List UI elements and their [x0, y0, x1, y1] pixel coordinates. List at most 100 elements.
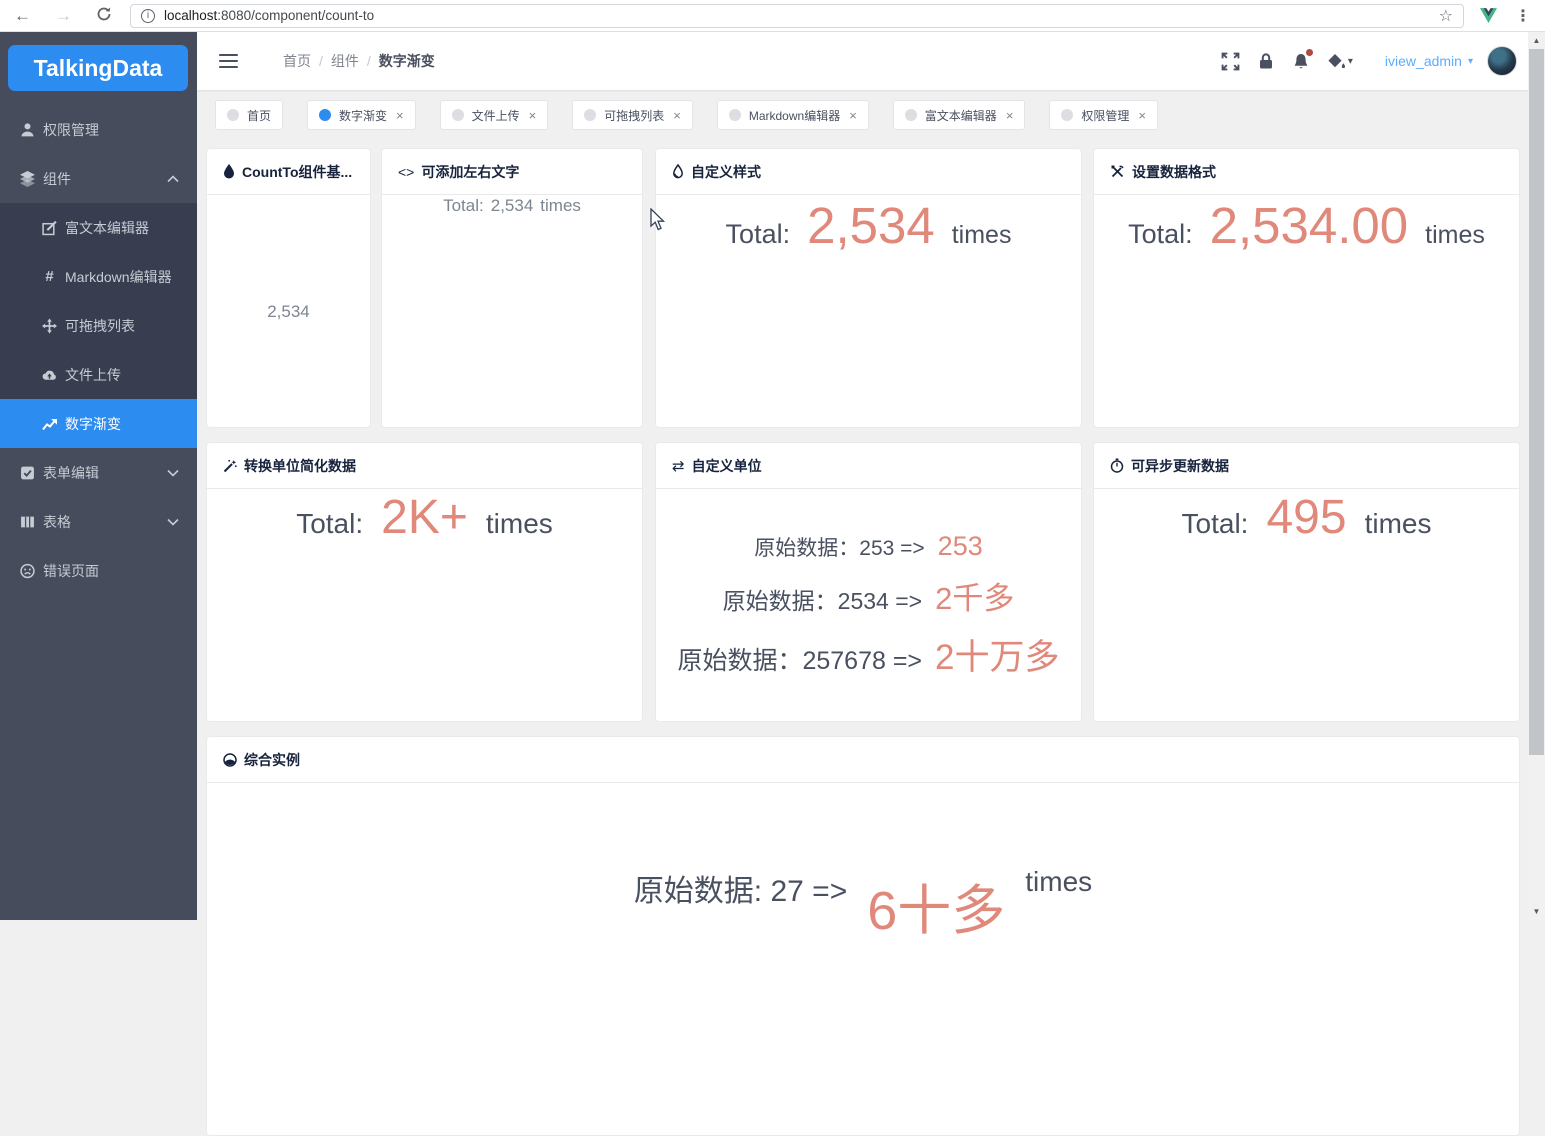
sidebar-item-form-edit[interactable]: 表单编辑 [0, 448, 197, 497]
scrollbar-thumb[interactable] [1529, 49, 1544, 755]
user-menu[interactable]: iview_admin ▾ [1385, 53, 1473, 69]
tag-dot-icon [227, 109, 239, 121]
sidebar-item-file-upload[interactable]: 文件上传 [0, 350, 197, 399]
tab-home[interactable]: 首页 [215, 100, 284, 130]
sidebar-item-label: 数字渐变 [65, 415, 121, 432]
sidebar-item-markdown-editor[interactable]: # Markdown编辑器 [0, 252, 197, 301]
count-suffix: times [951, 221, 1012, 249]
sidebar-item-label: 表单编辑 [43, 464, 99, 481]
close-icon[interactable]: × [1138, 108, 1146, 123]
unit-row: 原始数据：253 => 253 [754, 531, 982, 562]
page-info-icon[interactable]: i [141, 8, 155, 23]
count-value: 6十多 [867, 881, 1006, 941]
tab-draggable-list[interactable]: 可拖拽列表 × [572, 100, 693, 130]
sidebar-item-label: 表格 [43, 513, 71, 530]
card-title-bar: 可异步更新数据 [1094, 443, 1519, 489]
card-title: 可异步更新数据 [1131, 457, 1229, 474]
sad-face-icon [20, 563, 35, 578]
breadcrumb-components[interactable]: 组件 [331, 51, 359, 71]
count-suffix: times [485, 508, 553, 539]
count-prefix: Total: [725, 219, 791, 249]
card-title: 转换单位简化数据 [244, 457, 356, 474]
tab-permissions[interactable]: 权限管理 × [1049, 100, 1159, 130]
breadcrumb-home[interactable]: 首页 [283, 51, 311, 71]
notification-bell-icon[interactable] [1292, 48, 1313, 71]
chevron-down-icon [167, 469, 179, 477]
count-prefix: Total: [296, 508, 364, 539]
pound-icon: # [45, 268, 54, 285]
close-icon[interactable]: × [673, 108, 681, 123]
ink-icon [672, 164, 684, 179]
url-host: localhost [164, 8, 218, 23]
tab-markdown-editor[interactable]: Markdown编辑器 × [716, 100, 869, 130]
sidebar-item-draggable-list[interactable]: 可拖拽列表 [0, 301, 197, 350]
sidebar-item-label: Markdown编辑器 [65, 268, 172, 285]
chevron-down-icon [167, 518, 179, 526]
sidebar-item-table[interactable]: 表格 [0, 497, 197, 546]
tab-label: Markdown编辑器 [748, 108, 841, 123]
browser-scrollbar[interactable]: ▲ ▼ [1528, 32, 1545, 920]
card-title-bar: ⇄ 自定义单位 [656, 443, 1081, 489]
sidebar: TalkingData 权限管理 组件 富文本编辑器 # Markdown编辑器 [0, 32, 197, 920]
card-custom-style: 自定义样式 Total: 2,534 times [655, 148, 1082, 428]
wand-icon [223, 459, 237, 473]
browser-forward-icon[interactable]: → [55, 7, 72, 24]
raw-data-label: 原始数据：253 => [754, 537, 925, 560]
sidebar-item-permissions[interactable]: 权限管理 [0, 105, 197, 154]
sidebar-item-label: 权限管理 [43, 121, 99, 138]
close-icon[interactable]: × [1006, 108, 1014, 123]
tab-count-to[interactable]: 数字渐变 × [307, 100, 416, 130]
shuffle-icon: ⇄ [672, 457, 685, 475]
tag-dot-icon [904, 109, 917, 121]
card-title: CountTo组件基... [242, 163, 353, 180]
sidebar-item-label: 错误页面 [43, 562, 99, 579]
vue-devtools-icon[interactable] [1480, 8, 1497, 23]
cloud-upload-icon [42, 370, 56, 380]
count-value: 2十万多 [935, 638, 1060, 677]
tab-richtext-editor[interactable]: 富文本编辑器 × [892, 100, 1026, 130]
sidebar-toggle-icon[interactable] [219, 50, 238, 72]
tag-dot-icon [728, 109, 741, 121]
trend-icon [42, 418, 57, 430]
count-value: 253 [937, 531, 983, 561]
tab-file-upload[interactable]: 文件上传 × [439, 100, 549, 130]
count-prefix: Total: [1128, 219, 1193, 249]
sidebar-item-components[interactable]: 组件 [0, 154, 197, 203]
url-path: :8080/component/count-to [217, 8, 375, 23]
sidebar-item-label: 组件 [43, 170, 71, 187]
browser-refresh-icon[interactable] [96, 6, 112, 25]
user-avatar[interactable] [1487, 46, 1517, 76]
count-suffix: times [1025, 866, 1093, 897]
chevron-up-icon [167, 174, 179, 182]
checkbox-icon [21, 466, 34, 479]
browser-bar: ← → i localhost :8080/component/count-to… [0, 0, 1545, 32]
scroll-up-icon[interactable]: ▲ [1528, 32, 1545, 49]
card-combined-example: 综合实例 原始数据: 27 => 6十多 times [206, 736, 1520, 1136]
close-icon[interactable]: × [529, 108, 537, 123]
caret-down-icon: ▾ [1347, 55, 1353, 67]
count-value: 495 [1266, 491, 1347, 544]
card-title: 设置数据格式 [1132, 163, 1216, 180]
raw-data-label: 原始数据：2534 => [722, 588, 923, 614]
scroll-down-icon[interactable]: ▼ [1528, 903, 1545, 920]
sidebar-item-error-pages[interactable]: 错误页面 [0, 546, 197, 595]
fullscreen-icon[interactable] [1221, 52, 1240, 71]
app-logo[interactable]: TalkingData [8, 45, 188, 91]
lock-icon[interactable] [1257, 52, 1275, 70]
card-title-bar: CountTo组件基... [207, 149, 370, 195]
count-suffix: times [1425, 221, 1485, 249]
address-bar[interactable]: i localhost :8080/component/count-to ☆ [130, 3, 1464, 28]
card-title-bar: 综合实例 [207, 737, 1519, 783]
card-title-bar: 自定义样式 [656, 149, 1081, 195]
raw-data-label: 原始数据：257678 => [677, 647, 923, 675]
browser-back-icon[interactable]: ← [14, 7, 31, 24]
close-icon[interactable]: × [849, 108, 857, 123]
move-icon [42, 318, 57, 333]
theme-switch-icon[interactable]: ▾ [1327, 53, 1353, 70]
sidebar-item-count-to[interactable]: 数字渐变 [0, 399, 197, 448]
sidebar-item-richtext-editor[interactable]: 富文本编辑器 [0, 203, 197, 252]
bookmark-star-icon[interactable]: ☆ [1439, 6, 1453, 26]
browser-menu-icon[interactable]: ⋮ [1515, 6, 1531, 26]
close-icon[interactable]: × [396, 108, 404, 123]
raw-data-label: 原始数据: 27 => [633, 875, 848, 908]
